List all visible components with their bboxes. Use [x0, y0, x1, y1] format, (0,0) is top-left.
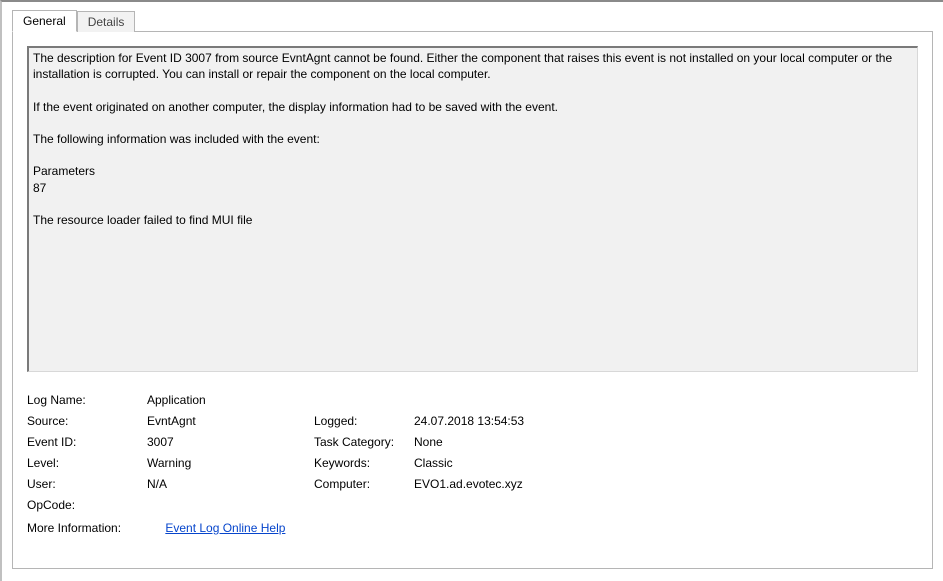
- source-label: Source:: [27, 411, 147, 432]
- event-description-text[interactable]: The description for Event ID 3007 from s…: [27, 46, 918, 372]
- event-id-value: 3007: [147, 432, 302, 453]
- event-properties-grid: Log Name: Application Source: EvntAgnt L…: [27, 390, 918, 539]
- event-properties-panel: General Details The description for Even…: [0, 0, 943, 581]
- user-value: N/A: [147, 474, 302, 495]
- logged-value: 24.07.2018 13:54:53: [414, 411, 536, 432]
- keywords-value: Classic: [414, 453, 536, 474]
- user-label: User:: [27, 474, 147, 495]
- tab-general[interactable]: General: [12, 10, 77, 32]
- level-label: Level:: [27, 453, 147, 474]
- event-id-label: Event ID:: [27, 432, 147, 453]
- opcode-label: OpCode:: [27, 495, 147, 516]
- opcode-value: [147, 495, 302, 516]
- task-category-label: Task Category:: [314, 432, 414, 453]
- log-name-value: Application: [147, 390, 302, 411]
- tab-strip: General Details: [12, 10, 933, 31]
- keywords-label: Keywords:: [314, 453, 414, 474]
- computer-value: EVO1.ad.evotec.xyz: [414, 474, 536, 495]
- computer-label: Computer:: [314, 474, 414, 495]
- log-name-label: Log Name:: [27, 390, 147, 411]
- tab-panel-general: The description for Event ID 3007 from s…: [12, 31, 933, 569]
- more-information-label: More Information:: [27, 518, 162, 539]
- event-log-online-help-link[interactable]: Event Log Online Help: [165, 521, 285, 535]
- level-value: Warning: [147, 453, 302, 474]
- source-value: EvntAgnt: [147, 411, 302, 432]
- logged-label: Logged:: [314, 411, 414, 432]
- tab-details[interactable]: Details: [77, 11, 136, 32]
- task-category-value: None: [414, 432, 536, 453]
